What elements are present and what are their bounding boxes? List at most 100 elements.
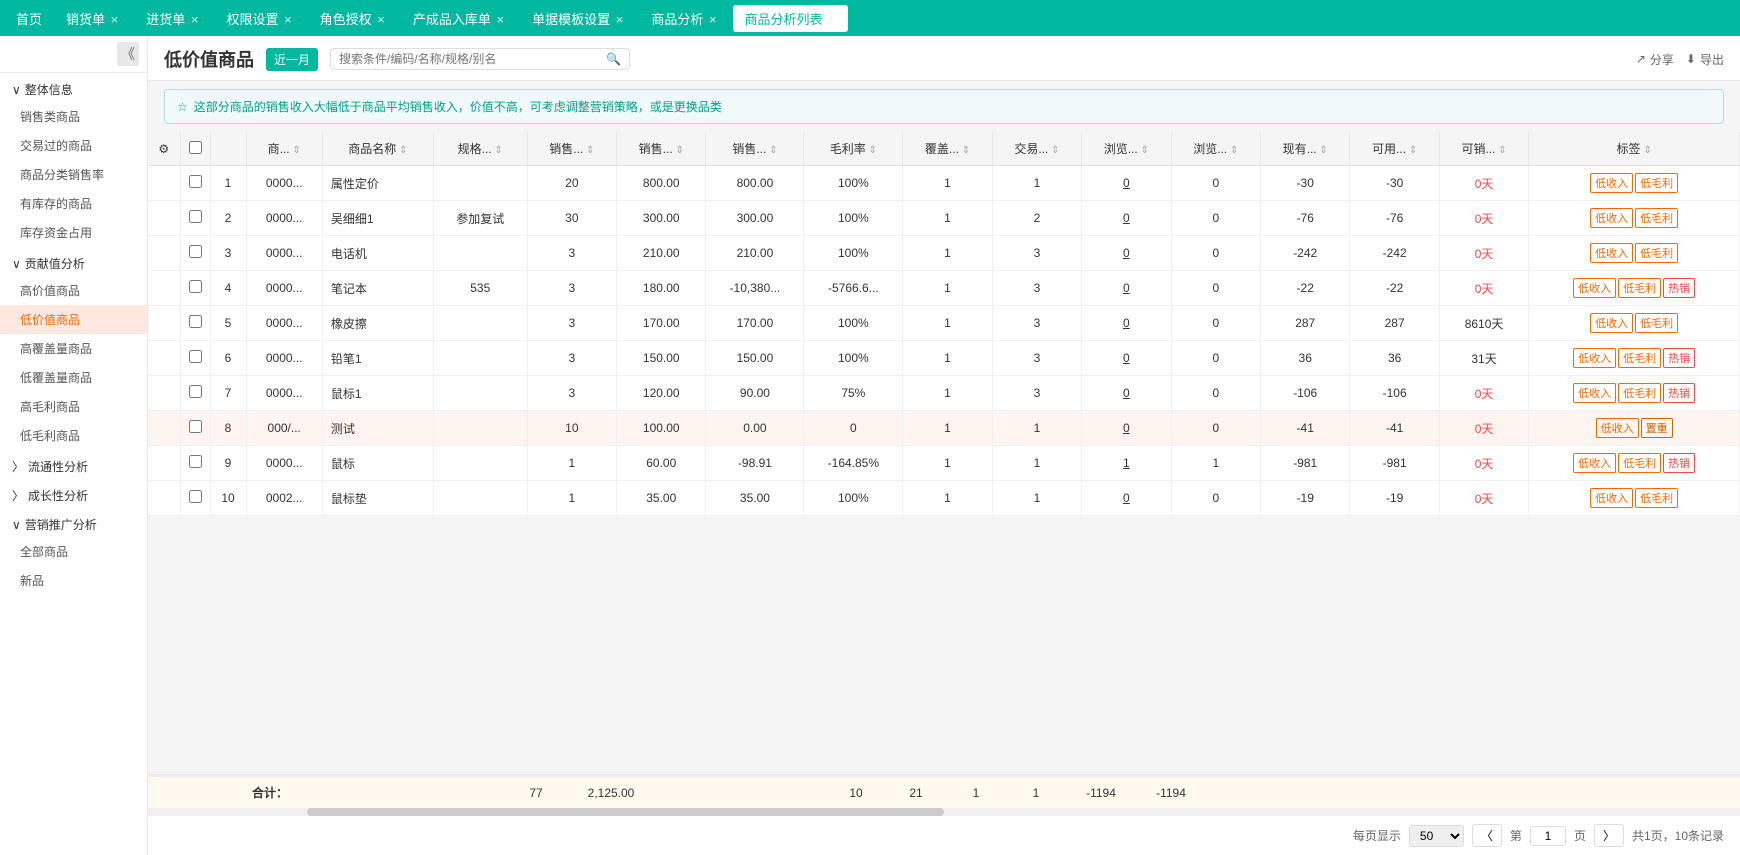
cell-checkbox[interactable] <box>180 201 210 236</box>
col-coverage[interactable]: 覆盖... <box>903 132 992 166</box>
cell-checkbox[interactable] <box>180 271 210 306</box>
scrollbar-thumb[interactable] <box>307 808 944 816</box>
page-size-select[interactable]: 50 100 200 <box>1409 825 1464 847</box>
cell-view1[interactable]: 0 <box>1082 271 1171 306</box>
cell-checkbox[interactable] <box>180 481 210 516</box>
col-view1[interactable]: 浏览... <box>1082 132 1171 166</box>
view1-link[interactable]: 0 <box>1123 491 1130 505</box>
col-sales-qty[interactable]: 销售... <box>527 132 616 166</box>
row-checkbox[interactable] <box>189 455 202 468</box>
nav-item-permission[interactable]: 权限设置 × <box>214 5 303 32</box>
export-button[interactable]: ⬇ 导出 <box>1686 51 1724 68</box>
row-checkbox[interactable] <box>189 245 202 258</box>
cell-view1[interactable]: 0 <box>1082 341 1171 376</box>
row-checkbox[interactable] <box>189 420 202 433</box>
nav-close-permission[interactable]: × <box>284 12 292 27</box>
view1-link[interactable]: 0 <box>1123 176 1130 190</box>
sidebar-item-highcoverage[interactable]: 高覆盖量商品 <box>0 334 147 363</box>
cell-checkbox[interactable] <box>180 236 210 271</box>
col-code[interactable]: 商... <box>246 132 322 166</box>
nav-close-purchaseorder[interactable]: × <box>191 12 199 27</box>
col-view2[interactable]: 浏览... <box>1171 132 1260 166</box>
share-button[interactable]: ↗ 分享 <box>1636 51 1674 68</box>
sidebar-item-highmargin[interactable]: 高毛利商品 <box>0 392 147 421</box>
col-settings[interactable]: ⚙ <box>148 132 180 166</box>
view1-link[interactable]: 0 <box>1123 351 1130 365</box>
view1-link[interactable]: 0 <box>1123 386 1130 400</box>
col-sellable[interactable]: 可销... <box>1439 132 1528 166</box>
view1-link[interactable]: 0 <box>1123 281 1130 295</box>
col-sales-amt[interactable]: 销售... <box>617 132 706 166</box>
row-checkbox[interactable] <box>189 315 202 328</box>
nav-item-salesorder[interactable]: 销货单 × <box>54 5 130 32</box>
view1-link[interactable]: 0 <box>1123 246 1130 260</box>
view1-link[interactable]: 0 <box>1123 316 1130 330</box>
prev-page-button[interactable]: 〈 <box>1472 824 1502 847</box>
current-page-input[interactable] <box>1530 826 1566 846</box>
nav-close-productinstock[interactable]: × <box>497 12 505 27</box>
nav-close-productanalysislist[interactable]: × <box>828 12 836 27</box>
sidebar-item-tradedproduct[interactable]: 交易过的商品 <box>0 131 147 160</box>
nav-home[interactable]: 首页 <box>8 5 50 32</box>
cell-checkbox[interactable] <box>180 341 210 376</box>
sidebar-group-contribution[interactable]: ∨ 贡献值分析 <box>0 247 147 276</box>
sidebar-item-allproduct[interactable]: 全部商品 <box>0 537 147 566</box>
cell-checkbox[interactable] <box>180 306 210 341</box>
sidebar-item-newproduct[interactable]: 新品 <box>0 566 147 595</box>
nav-item-templateset[interactable]: 单据模板设置 × <box>520 5 635 32</box>
view1-link[interactable]: 0 <box>1123 211 1130 225</box>
cell-checkbox[interactable] <box>180 376 210 411</box>
horizontal-scrollbar[interactable] <box>148 808 1740 816</box>
nav-item-productanalysis[interactable]: 商品分析 × <box>639 5 728 32</box>
cell-view1[interactable]: 0 <box>1082 481 1171 516</box>
cell-view1[interactable]: 0 <box>1082 376 1171 411</box>
sidebar-group-liquidity[interactable]: 〉 流通性分析 <box>0 450 147 479</box>
col-name[interactable]: 商品名称 <box>322 132 433 166</box>
nav-item-purchaseorder[interactable]: 进货单 × <box>134 5 210 32</box>
col-available[interactable]: 可用... <box>1350 132 1439 166</box>
row-checkbox[interactable] <box>189 490 202 503</box>
col-margin[interactable]: 毛利率 <box>804 132 903 166</box>
cell-view1[interactable]: 0 <box>1082 166 1171 201</box>
sidebar-item-hasstockproduct[interactable]: 有库存的商品 <box>0 189 147 218</box>
nav-close-salesorder[interactable]: × <box>111 12 119 27</box>
nav-item-productinstock[interactable]: 产成品入库单 × <box>401 5 516 32</box>
cell-view1[interactable]: 0 <box>1082 306 1171 341</box>
search-icon[interactable]: 🔍 <box>606 52 621 66</box>
nav-close-roleauth[interactable]: × <box>377 12 385 27</box>
sidebar-item-salescategory[interactable]: 销售类商品 <box>0 102 147 131</box>
cell-checkbox[interactable] <box>180 166 210 201</box>
row-checkbox[interactable] <box>189 385 202 398</box>
sidebar-group-growth[interactable]: 〉 成长性分析 <box>0 479 147 508</box>
cell-view1[interactable]: 0 <box>1082 201 1171 236</box>
sidebar-item-stockfundoccupy[interactable]: 库存资金占用 <box>0 218 147 247</box>
view1-link[interactable]: 0 <box>1123 421 1130 435</box>
sidebar-group-overall[interactable]: ∨ 整体信息 <box>0 73 147 102</box>
sidebar-item-lowmargin[interactable]: 低毛利商品 <box>0 421 147 450</box>
nav-close-templateset[interactable]: × <box>616 12 624 27</box>
cell-view1[interactable]: 1 <box>1082 446 1171 481</box>
row-checkbox[interactable] <box>189 175 202 188</box>
row-checkbox[interactable] <box>189 210 202 223</box>
sidebar-item-lowvalue[interactable]: 低价值商品 <box>0 305 147 334</box>
col-tags[interactable]: 标签 <box>1529 132 1740 166</box>
sidebar-item-lowcoverage[interactable]: 低覆盖量商品 <box>0 363 147 392</box>
col-trade[interactable]: 交易... <box>992 132 1081 166</box>
col-checkbox[interactable] <box>180 132 210 166</box>
col-stock[interactable]: 现有... <box>1261 132 1350 166</box>
select-all-checkbox[interactable] <box>189 141 202 154</box>
col-spec[interactable]: 规格... <box>433 132 527 166</box>
cell-checkbox[interactable] <box>180 446 210 481</box>
time-filter-button[interactable]: 近一月 <box>266 48 318 71</box>
sidebar-item-highvalue[interactable]: 高价值商品 <box>0 276 147 305</box>
search-input[interactable] <box>339 52 606 66</box>
cell-view1[interactable]: 0 <box>1082 411 1171 446</box>
col-sales-cost[interactable]: 销售... <box>706 132 804 166</box>
sidebar-item-categorysalesrate[interactable]: 商品分类销售率 <box>0 160 147 189</box>
next-page-button[interactable]: 〉 <box>1594 824 1624 847</box>
sidebar-group-marketing[interactable]: ∨ 营销推广分析 <box>0 508 147 537</box>
view1-link[interactable]: 1 <box>1123 456 1130 470</box>
sidebar-collapse-button[interactable]: 《 <box>117 42 139 66</box>
row-checkbox[interactable] <box>189 350 202 363</box>
nav-item-roleauth[interactable]: 角色授权 × <box>308 5 397 32</box>
